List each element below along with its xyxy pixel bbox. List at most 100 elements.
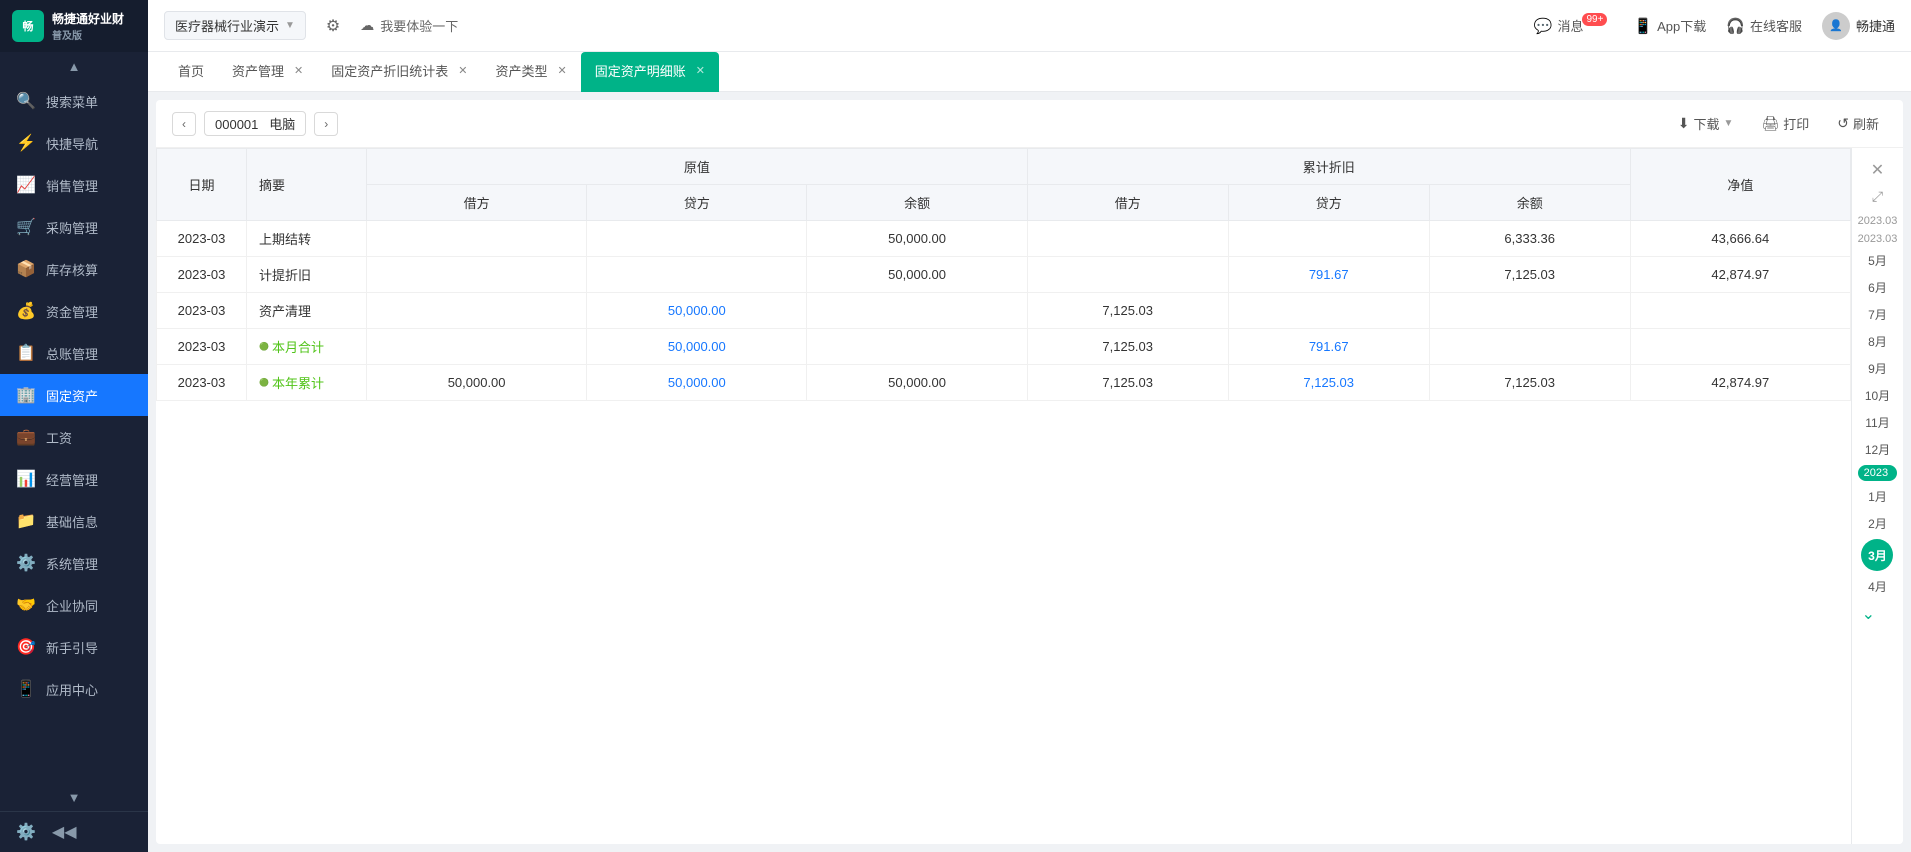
asset-prev-btn[interactable]: ‹ <box>172 112 196 136</box>
cell-desc: 本月合计 <box>247 329 367 365</box>
user-menu[interactable]: 👤 畅捷通 <box>1822 12 1895 40</box>
sidebar-item-sales[interactable]: 📈 销售管理 <box>0 164 148 206</box>
sidebar-item-appstore[interactable]: 📱 应用中心 <box>0 668 148 710</box>
sidebar-item-fixed_assets[interactable]: 🏢 固定资产 <box>0 374 148 416</box>
sidebar-icon-appstore: 📱 <box>16 679 36 699</box>
sidebar-item-operations[interactable]: 📊 经营管理 <box>0 458 148 500</box>
sidebar-icon-inventory: 📦 <box>16 259 36 279</box>
settings-gear-icon[interactable]: ⚙ <box>322 12 344 40</box>
cell-date: 2023-03 <box>157 365 247 401</box>
tl-down-arrow[interactable]: ⌄ <box>1858 600 1898 628</box>
tab-depreciation-stats[interactable]: 固定资产折旧统计表 ✕ <box>317 52 481 92</box>
messages-btn[interactable]: 💬 消息 99+ <box>1534 16 1614 35</box>
company-selector[interactable]: 医疗器械行业演示 ▼ <box>164 11 306 40</box>
sidebar-item-purchase[interactable]: 🛒 采购管理 <box>0 206 148 248</box>
collapse-icon[interactable]: ◀◀ <box>52 822 77 842</box>
sidebar-scroll-up[interactable]: ▲ <box>0 52 148 80</box>
tl-year-badge[interactable]: 2023 <box>1858 465 1898 481</box>
cell-desc: 本年累计 <box>247 365 367 401</box>
sidebar-icon-quicknav: ⚡ <box>16 133 36 153</box>
timeline-panel: ✕ ⤢ 2023.032023.035月6月7月8月9月10月11月12月202… <box>1851 148 1903 844</box>
cell-orig-balance <box>807 329 1027 365</box>
sidebar-label-ledger: 总账管理 <box>46 344 98 363</box>
table-row: 2023-03 本月合计 50,000.00 7,125.03 791.67 <box>157 329 1851 365</box>
tl-month[interactable]: 10月 <box>1858 382 1898 409</box>
sidebar-scroll-down[interactable]: ▼ <box>0 783 148 811</box>
th-date: 日期 <box>157 149 247 221</box>
experience-btn[interactable]: ☁ 我要体验一下 <box>360 16 458 35</box>
app-download-btn[interactable]: 📱 App下载 <box>1633 16 1706 35</box>
sidebar-label-operations: 经营管理 <box>46 470 98 489</box>
tl-month[interactable]: 5月 <box>1858 247 1898 274</box>
tl-month[interactable]: 12月 <box>1858 436 1898 463</box>
sidebar-label-fixed_assets: 固定资产 <box>46 386 98 405</box>
cell-orig-credit: 50,000.00 <box>587 365 807 401</box>
cell-orig-credit: 50,000.00 <box>587 293 807 329</box>
tab-asset-type[interactable]: 资产类型 ✕ <box>481 52 580 92</box>
sidebar-icon-ledger: 📋 <box>16 343 36 363</box>
tl-month[interactable]: 1月 <box>1858 483 1898 510</box>
settings-icon[interactable]: ⚙️ <box>16 822 36 842</box>
sidebar-item-quicknav[interactable]: ⚡ 快捷导航 <box>0 122 148 164</box>
cell-acc-credit: 791.67 <box>1228 257 1429 293</box>
tl-month[interactable]: 2月 <box>1858 510 1898 537</box>
cell-acc-debit: 7,125.03 <box>1027 293 1228 329</box>
close-tab-asset-detail[interactable]: ✕ <box>696 64 705 77</box>
print-btn[interactable]: 🖨 打印 <box>1753 110 1817 137</box>
tabbar: 首页 资产管理 ✕ 固定资产折旧统计表 ✕ 资产类型 ✕ 固定资产明细账 ✕ <box>148 52 1911 92</box>
sidebar-item-basic_info[interactable]: 📁 基础信息 <box>0 500 148 542</box>
sidebar-label-payroll: 工资 <box>46 428 72 447</box>
tl-month[interactable]: 3月 <box>1861 539 1893 571</box>
cell-acc-debit: 7,125.03 <box>1027 365 1228 401</box>
cell-acc-credit: 791.67 <box>1228 329 1429 365</box>
sidebar-icon-guide: 🎯 <box>16 637 36 657</box>
sidebar-item-payroll[interactable]: 💼 工资 <box>0 416 148 458</box>
download-arrow-icon: ▼ <box>1724 118 1734 129</box>
company-name: 医疗器械行业演示 <box>175 16 279 35</box>
cell-orig-debit <box>367 221 587 257</box>
messages-badge: 99+ <box>1582 13 1607 26</box>
message-icon: 💬 <box>1534 17 1553 35</box>
tl-month[interactable]: 4月 <box>1858 573 1898 600</box>
sidebar-icon-sales: 📈 <box>16 175 36 195</box>
sidebar-label-sales: 销售管理 <box>46 176 98 195</box>
tl-month[interactable]: 8月 <box>1858 328 1898 355</box>
close-tab-asset-type[interactable]: ✕ <box>558 64 567 77</box>
tab-home[interactable]: 首页 <box>164 52 218 92</box>
sidebar-item-guide[interactable]: 🎯 新手引导 <box>0 626 148 668</box>
table-row: 2023-03 本年累计 50,000.00 50,000.00 50,000.… <box>157 365 1851 401</box>
cell-orig-debit <box>367 293 587 329</box>
asset-detail-table: 日期 摘要 原值 累计折旧 净值 借方 贷方 余额 借方 贷方 余额 <box>156 148 1851 401</box>
sidebar-label-guide: 新手引导 <box>46 638 98 657</box>
close-tab-depreciation[interactable]: ✕ <box>458 64 467 77</box>
sidebar-item-inventory[interactable]: 📦 库存核算 <box>0 248 148 290</box>
cell-net-value <box>1630 329 1850 365</box>
tl-month[interactable]: 9月 <box>1858 355 1898 382</box>
cell-net-value <box>1630 293 1850 329</box>
sidebar-item-system[interactable]: ⚙️ 系统管理 <box>0 542 148 584</box>
tl-close-btn[interactable]: ✕ <box>1871 156 1884 182</box>
cell-orig-credit: 50,000.00 <box>587 329 807 365</box>
sidebar-item-search[interactable]: 🔍 搜索菜单 <box>0 80 148 122</box>
cell-acc-balance: 6,333.36 <box>1429 221 1630 257</box>
refresh-btn[interactable]: ↺ 刷新 <box>1829 110 1887 137</box>
download-btn[interactable]: ⬇ 下载 ▼ <box>1670 110 1742 137</box>
sidebar-item-finance[interactable]: 💰 资金管理 <box>0 290 148 332</box>
tab-asset-mgmt[interactable]: 资产管理 ✕ <box>218 52 317 92</box>
tl-month[interactable]: 11月 <box>1858 409 1898 436</box>
tl-expand-btn[interactable]: ⤢ <box>1872 184 1883 207</box>
tl-month[interactable]: 6月 <box>1858 274 1898 301</box>
sidebar-label-appstore: 应用中心 <box>46 680 98 699</box>
tag-label: 本月合计 <box>259 337 324 356</box>
cell-net-value: 42,874.97 <box>1630 365 1850 401</box>
sidebar-item-ledger[interactable]: 📋 总账管理 <box>0 332 148 374</box>
table-row: 2023-03 计提折旧 50,000.00 791.67 7,125.03 4… <box>157 257 1851 293</box>
sidebar: 畅 畅捷通好业财 普及版 ▲ 🔍 搜索菜单 ⚡ 快捷导航 📈 销售管理 🛒 采购… <box>0 0 148 852</box>
asset-next-btn[interactable]: › <box>314 112 338 136</box>
sidebar-item-enterprise[interactable]: 🤝 企业协同 <box>0 584 148 626</box>
sidebar-icon-system: ⚙️ <box>16 553 36 573</box>
online-service-btn[interactable]: 🎧 在线客服 <box>1726 16 1802 35</box>
close-tab-asset-mgmt[interactable]: ✕ <box>294 64 303 77</box>
tl-month[interactable]: 7月 <box>1858 301 1898 328</box>
tab-asset-detail[interactable]: 固定资产明细账 ✕ <box>581 52 719 92</box>
